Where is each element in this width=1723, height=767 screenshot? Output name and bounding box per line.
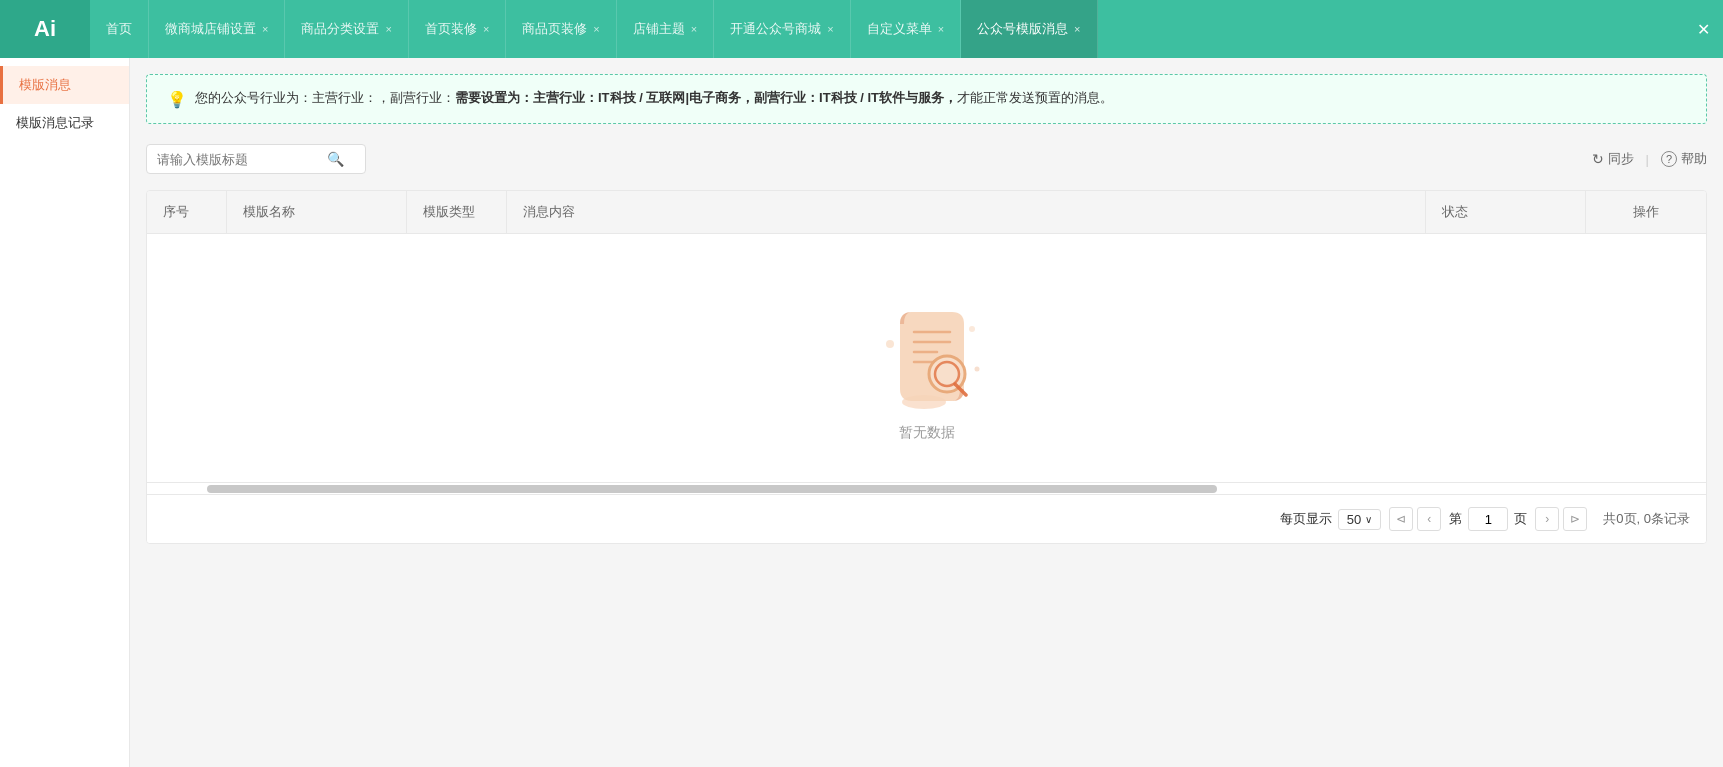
help-button[interactable]: ? 帮助: [1661, 150, 1707, 168]
table-header: 序号 模版名称 模版类型 消息内容 状态 操作: [147, 191, 1706, 234]
main-layout: 模版消息模版消息记录 💡 您的公众号行业为：主营行业：，副营行业：需要设置为：主…: [0, 58, 1723, 767]
close-tab-category-settings[interactable]: ×: [385, 23, 391, 35]
svg-point-9: [969, 326, 975, 332]
empty-illustration: [862, 294, 992, 424]
close-tab-store-theme[interactable]: ×: [691, 23, 697, 35]
sidebar: 模版消息模版消息记录: [0, 58, 130, 767]
sidebar-item-template-msg[interactable]: 模版消息: [0, 66, 129, 104]
page-size-select: 每页显示 50 ∨: [1280, 509, 1381, 530]
col-header-type: 模版类型: [407, 191, 507, 233]
close-tab-home-decor[interactable]: ×: [483, 23, 489, 35]
nav-tab-home[interactable]: 首页: [90, 0, 149, 58]
page-number-input: 第 页: [1449, 507, 1527, 531]
last-page-button[interactable]: ⊳: [1563, 507, 1587, 531]
scrollbar-thumb[interactable]: [207, 485, 1217, 493]
toolbar-divider: |: [1646, 152, 1649, 167]
svg-point-8: [886, 340, 894, 348]
nav-tab-category-settings[interactable]: 商品分类设置×: [285, 0, 408, 58]
page-input[interactable]: [1468, 507, 1508, 531]
total-info: 共0页, 0条记录: [1603, 510, 1690, 528]
search-actions: ↻ 同步 | ? 帮助: [1592, 150, 1707, 168]
search-bar: 🔍 ↻ 同步 | ? 帮助: [146, 144, 1707, 174]
sync-button[interactable]: ↻ 同步: [1592, 150, 1634, 168]
close-all-button[interactable]: ✕: [1683, 0, 1723, 58]
nav-tab-store-theme[interactable]: 店铺主题×: [617, 0, 714, 58]
search-input[interactable]: [157, 152, 327, 167]
nav-tab-product-decor[interactable]: 商品页装修×: [506, 0, 616, 58]
page-next-buttons: › ⊳: [1535, 507, 1587, 531]
page-nav-buttons: ⊲ ‹: [1389, 507, 1441, 531]
col-header-action: 操作: [1586, 191, 1706, 233]
col-header-index: 序号: [147, 191, 227, 233]
info-banner-text: 您的公众号行业为：主营行业：，副营行业：需要设置为：主营行业：IT科技 / 互联…: [195, 89, 1113, 107]
info-banner: 💡 您的公众号行业为：主营行业：，副营行业：需要设置为：主营行业：IT科技 / …: [146, 74, 1707, 124]
col-header-content: 消息内容: [507, 191, 1426, 233]
nav-tab-open-mall[interactable]: 开通公众号商城×: [714, 0, 850, 58]
top-nav: Ai 首页微商城店铺设置×商品分类设置×首页装修×商品页装修×店铺主题×开通公众…: [0, 0, 1723, 58]
prev-page-button[interactable]: ‹: [1417, 507, 1441, 531]
page-size-dropdown[interactable]: 50 ∨: [1338, 509, 1381, 530]
horizontal-scrollbar[interactable]: [147, 482, 1706, 494]
chevron-down-icon: ∨: [1365, 514, 1372, 525]
close-tab-shop-settings[interactable]: ×: [262, 23, 268, 35]
next-page-button[interactable]: ›: [1535, 507, 1559, 531]
nav-tab-custom-menu[interactable]: 自定义菜单×: [851, 0, 961, 58]
empty-text: 暂无数据: [899, 424, 955, 442]
close-tab-template-msg[interactable]: ×: [1074, 23, 1080, 35]
bulb-icon: 💡: [167, 90, 187, 109]
svg-point-10: [974, 367, 979, 372]
nav-tab-template-msg[interactable]: 公众号模版消息×: [961, 0, 1097, 58]
help-icon: ?: [1661, 151, 1677, 167]
sidebar-item-template-msg-log[interactable]: 模版消息记录: [0, 104, 129, 142]
search-icon[interactable]: 🔍: [327, 151, 344, 167]
data-table: 序号 模版名称 模版类型 消息内容 状态 操作: [146, 190, 1707, 544]
first-page-button[interactable]: ⊲: [1389, 507, 1413, 531]
nav-tab-home-decor[interactable]: 首页装修×: [409, 0, 506, 58]
nav-tab-shop-settings[interactable]: 微商城店铺设置×: [149, 0, 285, 58]
content-area: 💡 您的公众号行业为：主营行业：，副营行业：需要设置为：主营行业：IT科技 / …: [130, 58, 1723, 767]
col-header-name: 模版名称: [227, 191, 407, 233]
sync-icon: ↻: [1592, 151, 1604, 167]
col-header-status: 状态: [1426, 191, 1586, 233]
search-input-wrap[interactable]: 🔍: [146, 144, 366, 174]
close-tab-product-decor[interactable]: ×: [593, 23, 599, 35]
pagination: 每页显示 50 ∨ ⊲ ‹ 第 页 › ⊳: [147, 494, 1706, 543]
app-logo: Ai: [0, 0, 90, 58]
empty-state: 暂无数据: [147, 234, 1706, 482]
nav-tabs: 首页微商城店铺设置×商品分类设置×首页装修×商品页装修×店铺主题×开通公众号商城…: [90, 0, 1683, 58]
close-tab-open-mall[interactable]: ×: [827, 23, 833, 35]
close-tab-custom-menu[interactable]: ×: [938, 23, 944, 35]
